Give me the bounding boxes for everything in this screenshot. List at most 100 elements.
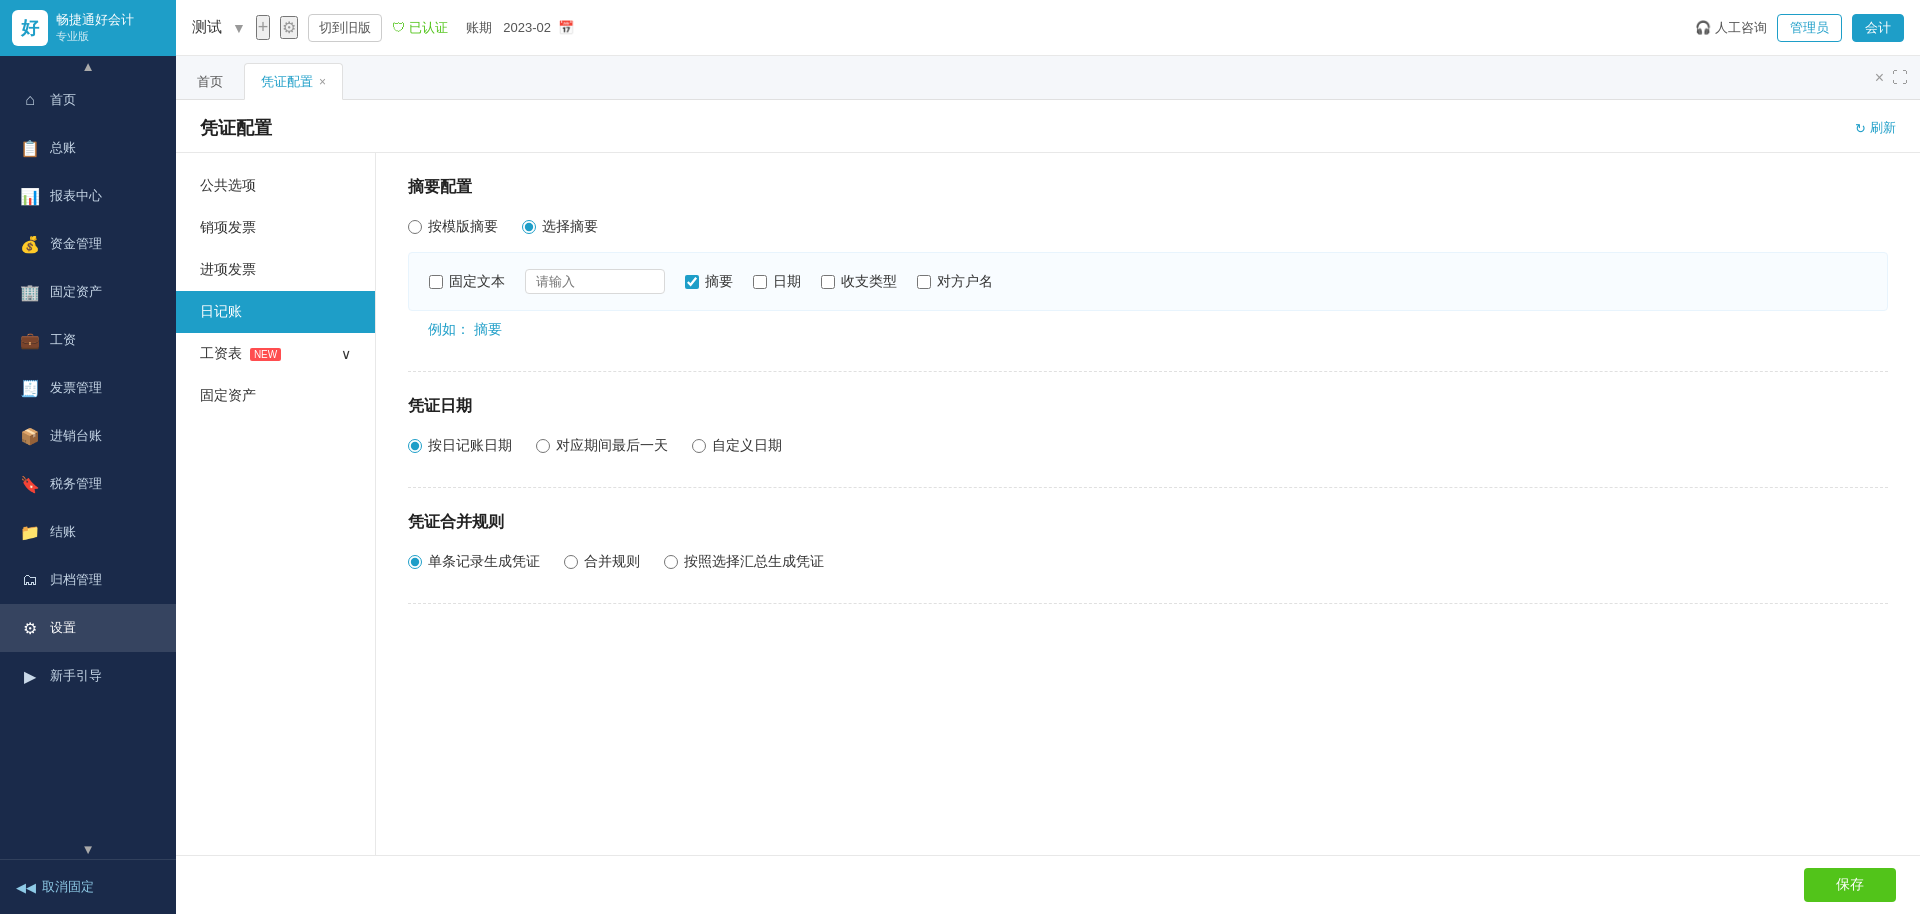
sidebar-item-tax[interactable]: 🔖 税务管理 (0, 460, 176, 508)
sidebar-scroll-up[interactable]: ▲ (0, 56, 176, 76)
sidebar-item-reports[interactable]: 📊 报表中心 (0, 172, 176, 220)
sidebar-item-archive[interactable]: 🗂 归档管理 (0, 556, 176, 604)
radio-template-input[interactable] (408, 220, 422, 234)
consult-button[interactable]: 🎧 人工咨询 (1695, 19, 1767, 37)
merge-radio-group: 单条记录生成凭证 合并规则 按照选择汇总生成凭证 (408, 553, 1888, 571)
sidebar-item-label: 首页 (50, 91, 76, 109)
sidebar-item-fixed-assets[interactable]: 🏢 固定资产 (0, 268, 176, 316)
sidebar-item-guide[interactable]: ▶ 新手引导 (0, 652, 176, 700)
sidebar-item-settings[interactable]: ⚙ 设置 (0, 604, 176, 652)
radio-select-input[interactable] (522, 220, 536, 234)
sidebar-item-ledger[interactable]: 📋 总账 (0, 124, 176, 172)
radio-single-record[interactable]: 单条记录生成凭证 (408, 553, 540, 571)
divider-3 (408, 603, 1888, 604)
radio-select-label: 选择摘要 (542, 218, 598, 236)
summary-checkbox-row: 固定文本 摘要 日期 收支类型 (408, 252, 1888, 311)
manager-button[interactable]: 管理员 (1777, 14, 1842, 42)
radio-template-label: 按模版摘要 (428, 218, 498, 236)
footer: 保存 (176, 855, 1920, 914)
sidebar-item-invoice[interactable]: 🧾 发票管理 (0, 364, 176, 412)
radio-single-input[interactable] (408, 555, 422, 569)
certified-status: 🛡 已认证 (392, 19, 448, 37)
counterpart-label: 对方户名 (937, 273, 993, 291)
radio-merge-label: 合并规则 (584, 553, 640, 571)
radio-journal-date-input[interactable] (408, 439, 422, 453)
tab-close-icon[interactable]: × (319, 75, 326, 89)
sidebar-item-sales-ledger[interactable]: 📦 进销台账 (0, 412, 176, 460)
refresh-icon: ↻ (1855, 121, 1866, 136)
ledger-icon: 📋 (20, 139, 40, 158)
add-button[interactable]: + (256, 15, 271, 40)
funds-icon: 💰 (20, 235, 40, 254)
tab-bar: 首页 凭证配置 × × ⛶ (176, 56, 1920, 100)
radio-journal-date[interactable]: 按日记账日期 (408, 437, 512, 455)
summary-section-title: 摘要配置 (408, 177, 1888, 198)
income-type-label: 收支类型 (841, 273, 897, 291)
sidebar-item-label: 结账 (50, 523, 76, 541)
home-icon: ⌂ (20, 91, 40, 109)
fixed-text-checkbox[interactable] (429, 275, 443, 289)
sidebar-item-label: 税务管理 (50, 475, 102, 493)
tax-icon: 🔖 (20, 475, 40, 494)
tab-voucher-config[interactable]: 凭证配置 × (244, 63, 343, 100)
summary-checkbox[interactable] (685, 275, 699, 289)
radio-summary-generate[interactable]: 按照选择汇总生成凭证 (664, 553, 824, 571)
switch-old-version-button[interactable]: 切到旧版 (308, 14, 382, 42)
radio-journal-date-label: 按日记账日期 (428, 437, 512, 455)
sidebar-item-home[interactable]: ⌂ 首页 (0, 76, 176, 124)
fixed-text-input[interactable] (525, 269, 665, 294)
radio-period-last-input[interactable] (536, 439, 550, 453)
radio-period-last[interactable]: 对应期间最后一天 (536, 437, 668, 455)
page-title: 凭证配置 (200, 116, 272, 140)
save-button[interactable]: 保存 (1804, 868, 1896, 902)
radio-summary-input[interactable] (664, 555, 678, 569)
guide-icon: ▶ (20, 667, 40, 686)
sidebar-item-funds[interactable]: 💰 资金管理 (0, 220, 176, 268)
sidebar-item-payroll[interactable]: 💼 工资 (0, 316, 176, 364)
sidebar-bottom: ◀◀ 取消固定 (0, 859, 176, 914)
tab-close-all-button[interactable]: × (1875, 69, 1884, 87)
main-area: 测试 ▼ + ⚙ 切到旧版 🛡 已认证 账期 2023-02 📅 🎧 人工咨询 … (176, 0, 1920, 914)
radio-custom-date[interactable]: 自定义日期 (692, 437, 782, 455)
radio-merge-input[interactable] (564, 555, 578, 569)
income-type-checkbox[interactable] (821, 275, 835, 289)
merge-section-title: 凭证合并规则 (408, 512, 1888, 533)
checkbox-income-type: 收支类型 (821, 273, 897, 291)
cancel-fixed-button[interactable]: ◀◀ 取消固定 (0, 870, 176, 904)
sidebar-item-label: 归档管理 (50, 571, 102, 589)
topbar: 测试 ▼ + ⚙ 切到旧版 🛡 已认证 账期 2023-02 📅 🎧 人工咨询 … (176, 0, 1920, 56)
counterpart-checkbox[interactable] (917, 275, 931, 289)
refresh-button[interactable]: ↻ 刷新 (1855, 119, 1896, 137)
sidebar-item-settle[interactable]: 📁 结账 (0, 508, 176, 556)
left-nav-item-payroll[interactable]: 工资表 NEW ∨ (176, 333, 375, 375)
date-checkbox[interactable] (753, 275, 767, 289)
payroll-icon: 💼 (20, 331, 40, 350)
radio-single-label: 单条记录生成凭证 (428, 553, 540, 571)
sidebar-item-label: 资金管理 (50, 235, 102, 253)
summary-checkbox-label: 摘要 (705, 273, 733, 291)
tab-home[interactable]: 首页 (180, 63, 240, 99)
gear-button[interactable]: ⚙ (280, 16, 298, 39)
radio-merge-rules[interactable]: 合并规则 (564, 553, 640, 571)
sidebar-item-label: 发票管理 (50, 379, 102, 397)
radio-select-summary[interactable]: 选择摘要 (522, 218, 598, 236)
radio-custom-date-input[interactable] (692, 439, 706, 453)
left-nav-item-sales-invoice[interactable]: 销项发票 (176, 207, 375, 249)
left-nav-item-journal[interactable]: 日记账 (176, 291, 375, 333)
sidebar-scroll-down[interactable]: ▼ (0, 839, 176, 859)
left-nav-item-fixed-assets[interactable]: 固定资产 (176, 375, 375, 417)
divider-1 (408, 371, 1888, 372)
sidebar-item-label: 新手引导 (50, 667, 102, 685)
tab-expand-button[interactable]: ⛶ (1892, 69, 1908, 87)
left-nav-item-purchase-invoice[interactable]: 进项发票 (176, 249, 375, 291)
accountant-button[interactable]: 会计 (1852, 14, 1904, 42)
checkbox-counterpart: 对方户名 (917, 273, 993, 291)
sidebar-logo: 好 畅捷通好会计 专业版 (0, 0, 176, 56)
checkbox-date: 日期 (753, 273, 801, 291)
radio-template-summary[interactable]: 按模版摘要 (408, 218, 498, 236)
company-dropdown-icon[interactable]: ▼ (232, 20, 246, 36)
cancel-fixed-label: 取消固定 (42, 878, 94, 896)
left-nav-item-public[interactable]: 公共选项 (176, 165, 375, 207)
date-radio-group: 按日记账日期 对应期间最后一天 自定义日期 (408, 437, 1888, 455)
cancel-fixed-icon: ◀◀ (16, 880, 36, 895)
